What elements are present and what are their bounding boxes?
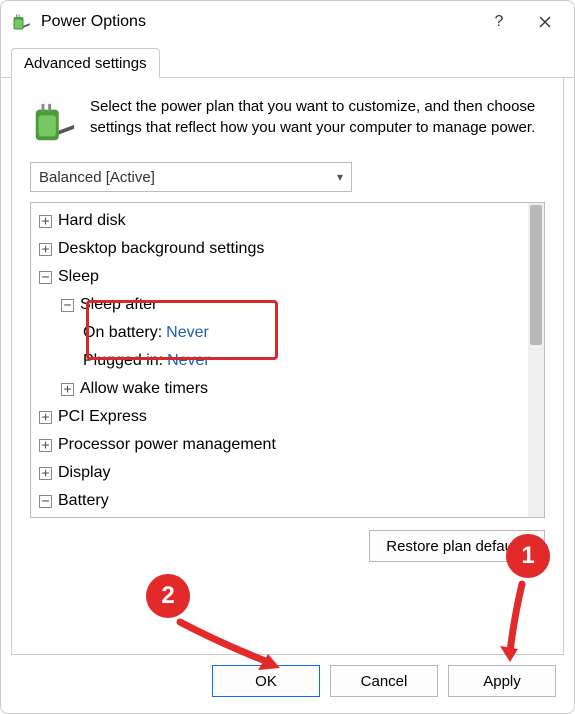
on-battery-value[interactable]: Never [166, 324, 209, 342]
close-button[interactable] [522, 1, 568, 43]
advanced-panel: Select the power plan that you want to c… [11, 78, 564, 655]
expand-icon[interactable]: + [39, 467, 52, 480]
titlebar: Power Options ? [1, 1, 574, 43]
tree-item-allow-wake-timers[interactable]: +Allow wake timers [31, 375, 528, 403]
scrollbar[interactable] [528, 203, 544, 517]
tree-item-pci-express[interactable]: +PCI Express [31, 403, 528, 431]
power-plan-dropdown[interactable]: Balanced [Active] ▾ [30, 162, 352, 192]
tree-item-hard-disk[interactable]: +Hard disk [31, 207, 528, 235]
tree-item-sleep-after[interactable]: −Sleep after [31, 291, 528, 319]
expand-icon[interactable]: + [39, 243, 52, 256]
window-title: Power Options [41, 13, 476, 31]
power-options-icon [11, 12, 31, 32]
apply-button[interactable]: Apply [448, 665, 556, 697]
scrollbar-thumb[interactable] [530, 205, 542, 345]
tree-item-processor-power-management[interactable]: +Processor power management [31, 431, 528, 459]
tree-item-desktop-background[interactable]: +Desktop background settings [31, 235, 528, 263]
expand-icon[interactable]: + [39, 215, 52, 228]
restore-plan-defaults-button[interactable]: Restore plan defaults [369, 530, 545, 562]
collapse-icon[interactable]: − [39, 495, 52, 508]
tree-item-battery[interactable]: −Battery [31, 487, 528, 515]
cancel-button[interactable]: Cancel [330, 665, 438, 697]
intro-row: Select the power plan that you want to c… [30, 96, 545, 146]
settings-tree[interactable]: +Hard disk +Desktop background settings … [31, 203, 528, 517]
collapse-icon[interactable]: − [39, 271, 52, 284]
tree-item-plugged-in[interactable]: Plugged in:Never [31, 347, 528, 375]
plugged-in-value[interactable]: Never [167, 352, 210, 370]
intro-text: Select the power plan that you want to c… [90, 96, 545, 146]
expand-icon[interactable]: + [61, 383, 74, 396]
restore-row: Restore plan defaults [30, 530, 545, 562]
help-button[interactable]: ? [476, 1, 522, 43]
power-plan-selected: Balanced [Active] [39, 169, 155, 186]
expand-icon[interactable]: + [39, 439, 52, 452]
chevron-down-icon: ▾ [337, 170, 343, 184]
dialog-buttons: OK Cancel Apply [1, 665, 574, 713]
expand-icon[interactable]: + [39, 411, 52, 424]
tree-item-display[interactable]: +Display [31, 459, 528, 487]
tree-item-on-battery[interactable]: On battery:Never [31, 319, 528, 347]
power-plan-icon [30, 100, 76, 146]
power-options-window: Power Options ? Advanced settings Select… [0, 0, 575, 714]
tab-advanced-settings[interactable]: Advanced settings [11, 48, 160, 78]
collapse-icon[interactable]: − [61, 299, 74, 312]
tree-item-sleep[interactable]: −Sleep [31, 263, 528, 291]
settings-tree-container: +Hard disk +Desktop background settings … [30, 202, 545, 518]
tabstrip: Advanced settings [1, 47, 574, 78]
ok-button[interactable]: OK [212, 665, 320, 697]
